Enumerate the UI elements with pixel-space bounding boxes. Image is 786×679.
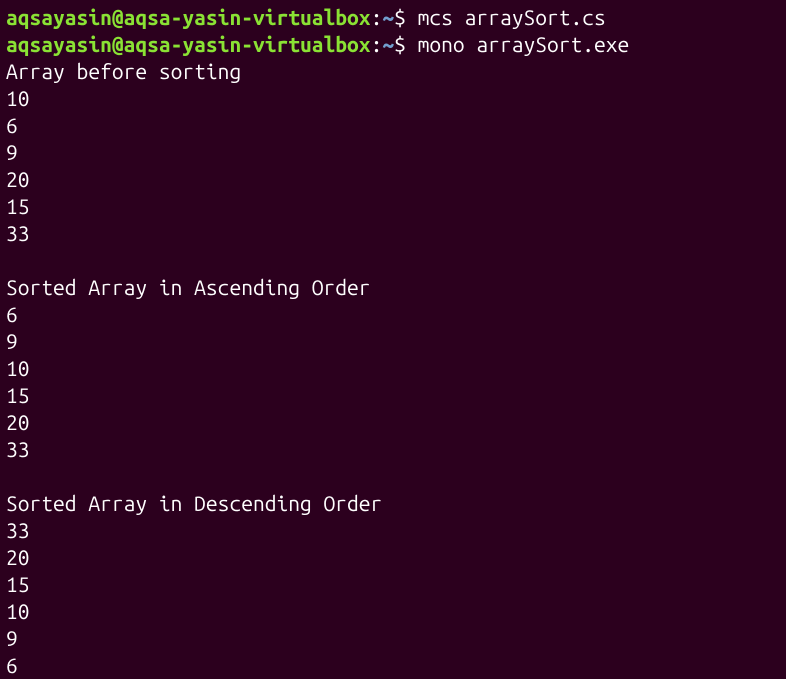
- user-host: aqsayasin@aqsa-yasin-virtualbox: [6, 32, 371, 56]
- output-value: 9: [6, 139, 780, 166]
- path: ~: [382, 5, 394, 29]
- output-value: 33: [6, 220, 780, 247]
- output-value: 10: [6, 355, 780, 382]
- prompt-line-1[interactable]: aqsayasin@aqsa-yasin-virtualbox:~$ mcs a…: [6, 4, 780, 31]
- output-value: 15: [6, 571, 780, 598]
- output-value: 15: [6, 193, 780, 220]
- output-value: 10: [6, 598, 780, 625]
- command-2: [406, 32, 418, 56]
- output-value: 10: [6, 85, 780, 112]
- command-1: [406, 5, 418, 29]
- path: ~: [382, 32, 394, 56]
- output-before-title: Array before sorting: [6, 58, 780, 85]
- prompt-line-2[interactable]: aqsayasin@aqsa-yasin-virtualbox:~$ mono …: [6, 31, 780, 58]
- output-value: 6: [6, 652, 780, 679]
- output-value: 9: [6, 328, 780, 355]
- blank-line: [6, 463, 780, 490]
- output-value: 20: [6, 166, 780, 193]
- output-value: 20: [6, 544, 780, 571]
- colon: :: [371, 5, 383, 29]
- output-value: 20: [6, 409, 780, 436]
- command-text-2: mono arraySort.exe: [418, 32, 630, 56]
- output-value: 6: [6, 301, 780, 328]
- output-value: 33: [6, 436, 780, 463]
- dollar: $: [394, 32, 406, 56]
- output-value: 33: [6, 517, 780, 544]
- output-value: 6: [6, 112, 780, 139]
- output-asc-title: Sorted Array in Ascending Order: [6, 274, 780, 301]
- output-value: 15: [6, 382, 780, 409]
- command-text-1: mcs arraySort.cs: [418, 5, 606, 29]
- output-value: 9: [6, 625, 780, 652]
- colon: :: [371, 32, 383, 56]
- user-host: aqsayasin@aqsa-yasin-virtualbox: [6, 5, 371, 29]
- output-desc-title: Sorted Array in Descending Order: [6, 490, 780, 517]
- dollar: $: [394, 5, 406, 29]
- blank-line: [6, 247, 780, 274]
